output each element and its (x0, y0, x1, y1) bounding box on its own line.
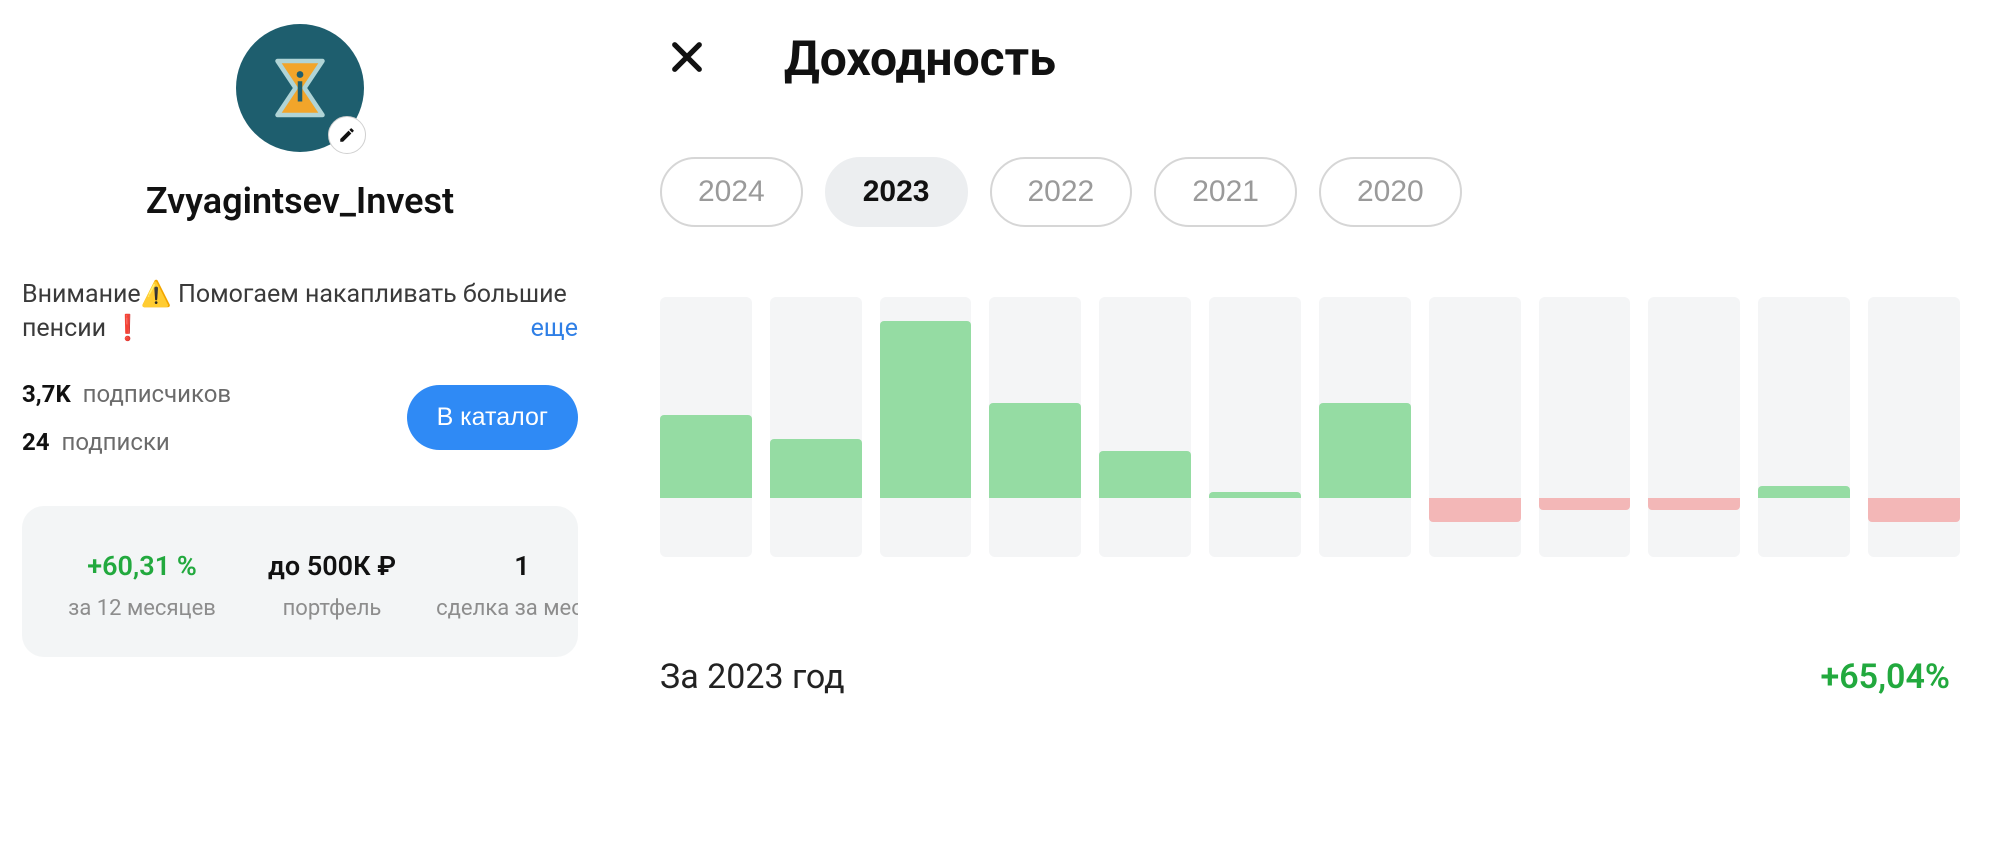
chart-bar[interactable] (1758, 297, 1850, 557)
profile-name: Zvyagintsev_Invest (146, 180, 454, 222)
metric-value: +60,31 % (52, 550, 232, 582)
stats-col: 3,7K подписчиков 24 подписки (22, 380, 231, 456)
chart-bar[interactable] (989, 297, 1081, 557)
close-icon (666, 36, 708, 78)
year-pill-2023[interactable]: 2023 (825, 157, 968, 227)
avatar-logo-icon (264, 52, 336, 124)
summary-label: За 2023 год (660, 657, 845, 697)
chart-bar[interactable] (660, 297, 752, 557)
followers-stat[interactable]: 3,7K подписчиков (22, 380, 231, 408)
returns-title: Доходность (784, 30, 1056, 87)
chart-bar[interactable] (1099, 297, 1191, 557)
year-pill-2020[interactable]: 2020 (1319, 157, 1462, 227)
metric-card-trades[interactable]: 1 сделка за месяц (432, 550, 578, 621)
metric-sub: за 12 месяцев (52, 596, 232, 621)
year-pill-2022[interactable]: 2022 (990, 157, 1133, 227)
stats-row: 3,7K подписчиков 24 подписки В каталог (22, 380, 578, 456)
close-button[interactable] (660, 30, 714, 87)
returns-panel: Доходность 2024 2023 2022 2021 2020 За 2… (600, 0, 2000, 865)
edit-avatar-button[interactable] (328, 116, 366, 154)
chart-bar[interactable] (770, 297, 862, 557)
following-stat[interactable]: 24 подписки (22, 428, 231, 456)
returns-summary: За 2023 год +65,04% (660, 657, 1960, 697)
bio-text: Внимание⚠️ Помогаем накапливать большие … (22, 280, 567, 343)
following-count: 24 (22, 428, 50, 456)
profile-panel: Zvyagintsev_Invest Внимание⚠️ Помогаем н… (0, 0, 600, 865)
chart-bar[interactable] (1648, 297, 1740, 557)
followers-count: 3,7K (22, 380, 71, 408)
catalog-button[interactable]: В каталог (407, 385, 578, 450)
year-pills: 2024 2023 2022 2021 2020 (660, 157, 1960, 227)
year-pill-2024[interactable]: 2024 (660, 157, 803, 227)
following-label: подписки (62, 428, 170, 456)
chart-bar[interactable] (1539, 297, 1631, 557)
metric-sub: сделка за месяц (432, 596, 578, 621)
chart-bar[interactable] (1868, 297, 1960, 557)
followers-label: подписчиков (83, 380, 232, 408)
metric-card-return[interactable]: +60,31 % за 12 месяцев (52, 550, 232, 621)
chart-bar[interactable] (1319, 297, 1411, 557)
metric-value: до 500К ₽ (242, 550, 422, 582)
bio-more-link[interactable]: еще (523, 312, 578, 346)
avatar-wrap (236, 24, 364, 152)
chart-bar[interactable] (1429, 297, 1521, 557)
metric-cards: +60,31 % за 12 месяцев до 500К ₽ портфел… (22, 506, 578, 657)
year-pill-2021[interactable]: 2021 (1154, 157, 1297, 227)
metric-sub: портфель (242, 596, 422, 621)
returns-header: Доходность (660, 30, 1960, 87)
returns-chart[interactable] (660, 297, 1960, 557)
pencil-icon (338, 126, 356, 144)
summary-value: +65,04% (1821, 657, 1950, 697)
chart-bar[interactable] (1209, 297, 1301, 557)
profile-bio: Внимание⚠️ Помогаем накапливать большие … (22, 278, 578, 346)
metric-card-portfolio[interactable]: до 500К ₽ портфель (242, 550, 422, 621)
chart-bar[interactable] (880, 297, 972, 557)
metric-value: 1 (432, 550, 578, 582)
